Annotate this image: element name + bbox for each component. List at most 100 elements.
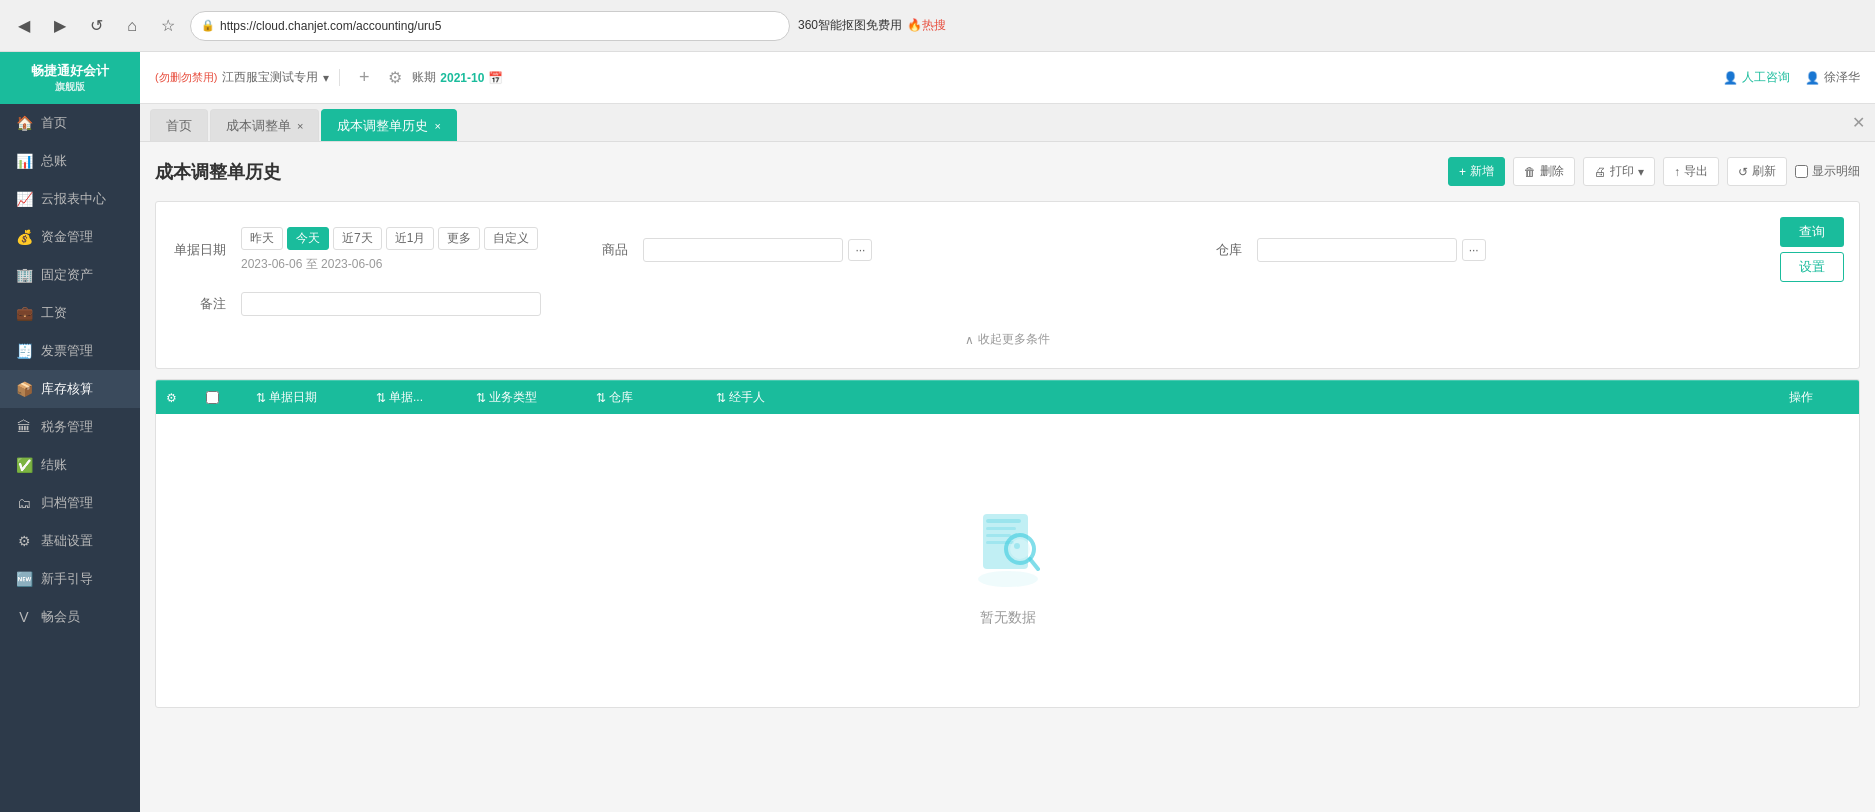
sidebar-vip-icon: V <box>15 609 33 625</box>
svg-rect-2 <box>986 519 1021 523</box>
url-text: https://cloud.chanjet.com/accounting/uru… <box>220 19 441 33</box>
collapse-filter-button[interactable]: ∧ 收起更多条件 <box>171 326 1844 353</box>
service-button[interactable]: 👤 人工咨询 <box>1723 69 1790 86</box>
date-7days-btn[interactable]: 近7天 <box>333 227 382 250</box>
tab-cost-adjust-label: 成本调整单 <box>226 117 291 135</box>
sidebar-basic-settings-label: 基础设置 <box>41 532 93 550</box>
forward-button[interactable]: ▶ <box>46 12 74 40</box>
delete-button[interactable]: 🗑 删除 <box>1513 157 1575 186</box>
svg-point-0 <box>978 571 1038 587</box>
settings-col-icon: ⚙ <box>166 391 177 405</box>
refresh-label: 刷新 <box>1752 163 1776 180</box>
export-button[interactable]: ↑ 导出 <box>1663 157 1719 186</box>
sidebar-report-center-icon: 📈 <box>15 191 33 207</box>
sidebar-archive-mgmt-icon: 🗂 <box>15 495 33 511</box>
delete-label: 删除 <box>1540 163 1564 180</box>
date-more-btn[interactable]: 更多 <box>438 227 480 250</box>
date-custom-btn[interactable]: 自定义 <box>484 227 538 250</box>
print-button[interactable]: 🖨 打印 ▾ <box>1583 157 1655 186</box>
sidebar-item-report-center[interactable]: 📈 云报表中心 <box>0 180 140 218</box>
settings-icon[interactable]: ⚙ <box>388 68 402 87</box>
sidebar-fixed-assets-icon: 🏢 <box>15 267 33 283</box>
filter-settings-button[interactable]: 设置 <box>1780 252 1844 282</box>
svg-rect-4 <box>986 534 1011 537</box>
url-bar[interactable]: 🔒 https://cloud.chanjet.com/accounting/u… <box>190 11 790 41</box>
tab-cost-adjust-history[interactable]: 成本调整单历史 × <box>321 109 456 141</box>
sidebar-home-icon: 🏠 <box>15 115 33 131</box>
top-bar-right: 👤 人工咨询 👤 徐泽华 <box>1723 69 1860 86</box>
sidebar-inventory-label: 库存核算 <box>41 380 93 398</box>
reload-button[interactable]: ↺ <box>82 12 110 40</box>
goods-filter-input[interactable] <box>643 238 843 262</box>
date-today-btn[interactable]: 今天 <box>287 227 329 250</box>
table-container: ⚙ ⇅ 单据日期 ⇅ 单据... ⇅ 业务类型 <box>155 379 1860 708</box>
note-filter-label: 备注 <box>171 295 226 313</box>
sidebar-item-tax-mgmt[interactable]: 🏛 税务管理 <box>0 408 140 446</box>
sidebar-basic-settings-icon: ⚙ <box>15 533 33 549</box>
sidebar-item-archive-mgmt[interactable]: 🗂 归档管理 <box>0 484 140 522</box>
tab-home[interactable]: 首页 <box>150 109 208 141</box>
calendar-icon[interactable]: 📅 <box>488 71 503 85</box>
svg-point-9 <box>1014 543 1020 549</box>
sidebar-item-vip[interactable]: V 畅会员 <box>0 598 140 636</box>
date-yesterday-btn[interactable]: 昨天 <box>241 227 283 250</box>
sidebar-item-invoice-mgmt[interactable]: 🧾 发票管理 <box>0 332 140 370</box>
refresh-button[interactable]: ↺ 刷新 <box>1727 157 1787 186</box>
th-operator[interactable]: ⇅ 经手人 <box>706 381 826 414</box>
sidebar-item-fund-mgmt[interactable]: 💰 资金管理 <box>0 218 140 256</box>
sidebar-item-checkout[interactable]: ✅ 结账 <box>0 446 140 484</box>
th-type[interactable]: ⇅ 业务类型 <box>466 381 586 414</box>
tab-close-all[interactable]: ✕ <box>1852 113 1865 132</box>
th-settings[interactable]: ⚙ <box>156 381 196 414</box>
back-button[interactable]: ◀ <box>10 12 38 40</box>
th-date-sort-icon: ⇅ <box>256 391 266 405</box>
tab-cost-adjust[interactable]: 成本调整单 × <box>210 109 319 141</box>
th-date-label: 单据日期 <box>269 389 317 406</box>
th-date[interactable]: ⇅ 单据日期 <box>246 381 366 414</box>
sidebar-item-home[interactable]: 🏠 首页 <box>0 104 140 142</box>
sidebar-salary-label: 工资 <box>41 304 67 322</box>
secure-icon: 🔒 <box>201 19 215 32</box>
query-button[interactable]: 查询 <box>1780 217 1844 247</box>
tab-cost-adjust-history-close[interactable]: × <box>434 120 440 132</box>
browser-extra-actions: 360智能抠图免费用 🔥热搜 <box>798 17 946 34</box>
sidebar-item-fixed-assets[interactable]: 🏢 固定资产 <box>0 256 140 294</box>
top-bar: (勿删勿禁用) 江西服宝测试专用 ▾ + ⚙ 账期 2021-10 📅 👤 人工… <box>140 52 1875 104</box>
th-actions-label: 操作 <box>1789 389 1813 406</box>
sidebar-item-salary[interactable]: 💼 工资 <box>0 294 140 332</box>
th-warehouse-sort-icon: ⇅ <box>596 391 606 405</box>
select-all-checkbox[interactable] <box>206 391 219 404</box>
sidebar-item-new-guide[interactable]: 🆕 新手引导 <box>0 560 140 598</box>
sidebar-item-inventory[interactable]: 📦 库存核算 <box>0 370 140 408</box>
date-filter-group: 昨天 今天 近7天 近1月 更多 自定义 2023-06-06 至 2023-0… <box>241 227 538 273</box>
th-checkbox[interactable] <box>196 381 246 414</box>
company-dropdown-icon: ▾ <box>323 71 329 85</box>
goods-more-btn[interactable]: ··· <box>848 239 872 261</box>
show-detail-text: 显示明细 <box>1812 163 1860 180</box>
company-warning: (勿删勿禁用) <box>155 70 217 85</box>
page-header: 成本调整单历史 + 新增 🗑 删除 🖨 打印 ▾ <box>155 157 1860 186</box>
home-button[interactable]: ⌂ <box>118 12 146 40</box>
user-avatar-icon: 👤 <box>1805 71 1820 85</box>
filter-row-date: 单据日期 昨天 今天 近7天 近1月 更多 自定义 2023-06-06 至 2… <box>171 217 1844 282</box>
warehouse-filter-input[interactable] <box>1257 238 1457 262</box>
export-icon: ↑ <box>1674 165 1680 179</box>
th-warehouse-label: 仓库 <box>609 389 633 406</box>
new-button[interactable]: + 新增 <box>1448 157 1505 186</box>
tab-cost-adjust-close[interactable]: × <box>297 120 303 132</box>
add-company-button[interactable]: + <box>350 64 378 92</box>
empty-text: 暂无数据 <box>980 609 1036 627</box>
company-selector[interactable]: (勿删勿禁用) 江西服宝测试专用 ▾ <box>155 69 340 86</box>
sidebar-item-basic-settings[interactable]: ⚙ 基础设置 <box>0 522 140 560</box>
note-filter-input[interactable] <box>241 292 541 316</box>
show-detail-checkbox[interactable] <box>1795 165 1808 178</box>
th-type-label: 业务类型 <box>489 389 537 406</box>
period-value: 2021-10 <box>440 71 484 85</box>
sidebar-item-general-ledger[interactable]: 📊 总账 <box>0 142 140 180</box>
th-warehouse[interactable]: ⇅ 仓库 <box>586 381 706 414</box>
star-button[interactable]: ☆ <box>154 12 182 40</box>
user-menu[interactable]: 👤 徐泽华 <box>1805 69 1860 86</box>
date-1month-btn[interactable]: 近1月 <box>386 227 435 250</box>
warehouse-more-btn[interactable]: ··· <box>1462 239 1486 261</box>
th-number[interactable]: ⇅ 单据... <box>366 381 466 414</box>
